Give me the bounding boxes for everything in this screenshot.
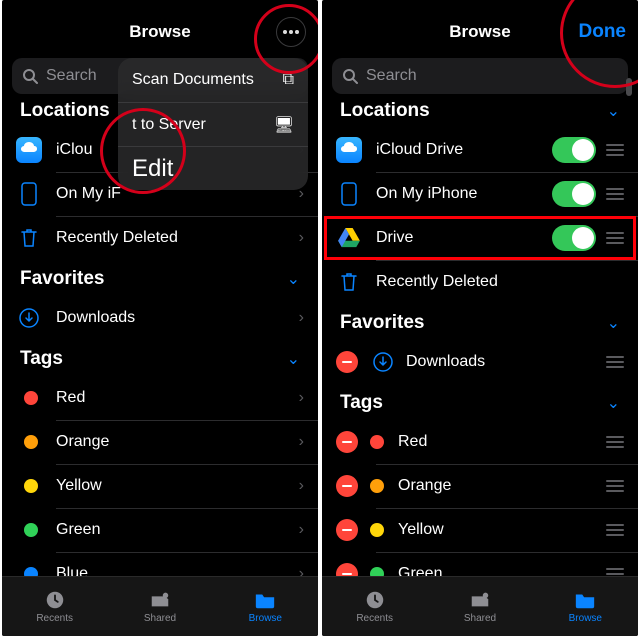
remove-icon[interactable] (336, 475, 358, 497)
more-menu: Scan Documents ⧉ t to Server 🖥 Edit (118, 58, 308, 190)
favorites-header[interactable]: Favorites ⌄ (322, 304, 638, 340)
tab-shared[interactable]: Shared (427, 577, 532, 636)
chevron-down-icon: ⌄ (607, 101, 620, 121)
trash-icon (336, 269, 362, 295)
folder-icon (572, 589, 598, 611)
chevron-down-icon: ⌄ (607, 393, 620, 413)
tag-green[interactable]: Green › (2, 508, 318, 552)
clock-icon (362, 589, 388, 611)
tag-dot-icon (24, 479, 38, 493)
tag-red[interactable]: Red › (2, 376, 318, 420)
chevron-down-icon: ⌄ (607, 313, 620, 333)
location-deleted[interactable]: Recently Deleted › (2, 216, 318, 260)
cloud-icon (16, 137, 42, 163)
drag-handle-icon[interactable] (606, 524, 624, 536)
drag-handle-icon[interactable] (606, 568, 624, 576)
tag-yellow[interactable]: Yellow (322, 508, 638, 552)
favorites-header[interactable]: Favorites ⌄ (2, 260, 318, 296)
search-icon (22, 68, 38, 84)
search-icon (342, 68, 358, 84)
search-input[interactable] (364, 66, 618, 86)
scan-icon: ⧉ (283, 71, 294, 89)
drag-handle-icon[interactable] (606, 232, 624, 244)
tag-dot-icon (24, 391, 38, 405)
header: Browse Done (322, 10, 638, 54)
tag-dot-icon (24, 523, 38, 537)
tab-recents[interactable]: Recents (322, 577, 427, 636)
tab-bar: Recents Shared Browse (2, 576, 318, 636)
locations-header[interactable]: Locations ⌄ (322, 92, 638, 128)
iphone-icon (336, 181, 362, 207)
remove-icon[interactable] (336, 431, 358, 453)
chevron-right-icon: › (299, 433, 304, 451)
chevron-down-icon: ⌄ (287, 269, 300, 289)
menu-edit[interactable]: Edit (118, 146, 308, 190)
chevron-right-icon: › (299, 477, 304, 495)
favorite-downloads[interactable]: Downloads › (2, 296, 318, 340)
more-button[interactable] (276, 17, 306, 47)
tab-bar: Recents Shared Browse (322, 576, 638, 636)
tags-header[interactable]: Tags ⌄ (322, 384, 638, 420)
tag-dot-icon (24, 435, 38, 449)
header: Browse (2, 10, 318, 54)
toggle-iphone[interactable] (552, 181, 596, 207)
folder-icon (252, 589, 278, 611)
shared-icon (147, 589, 173, 611)
tab-browse[interactable]: Browse (533, 577, 638, 636)
favorite-downloads[interactable]: Downloads (322, 340, 638, 384)
download-icon (16, 305, 42, 331)
tag-dot-icon (370, 523, 384, 537)
tag-dot-icon (370, 479, 384, 493)
tag-dot-icon (370, 567, 384, 576)
remove-icon[interactable] (336, 351, 358, 373)
tag-orange[interactable]: Orange (322, 464, 638, 508)
location-gdrive[interactable]: Drive (322, 216, 638, 260)
menu-scan[interactable]: Scan Documents ⧉ (118, 58, 308, 102)
chevron-right-icon: › (299, 565, 304, 576)
tab-recents[interactable]: Recents (2, 577, 107, 636)
download-icon (370, 349, 396, 375)
drag-handle-icon[interactable] (606, 436, 624, 448)
tag-dot-icon (24, 567, 38, 576)
done-button[interactable]: Done (579, 21, 627, 43)
tag-green[interactable]: Green (322, 552, 638, 576)
tag-blue[interactable]: Blue › (2, 552, 318, 576)
gdrive-icon (336, 225, 362, 251)
iphone-icon (16, 181, 42, 207)
drag-handle-icon[interactable] (606, 144, 624, 156)
search-field[interactable] (332, 58, 628, 94)
tag-dot-icon (370, 435, 384, 449)
browse-title: Browse (129, 22, 190, 42)
location-deleted[interactable]: Recently Deleted (322, 260, 638, 304)
tag-yellow[interactable]: Yellow › (2, 464, 318, 508)
phone-right: Browse Done Locations ⌄ iCloud Drive On … (322, 0, 638, 636)
trash-icon (16, 225, 42, 251)
remove-icon[interactable] (336, 563, 358, 576)
location-icloud[interactable]: iCloud Drive (322, 128, 638, 172)
server-icon: 🖥 (274, 115, 294, 135)
clock-icon (42, 589, 68, 611)
chevron-right-icon: › (299, 389, 304, 407)
chevron-down-icon: ⌄ (287, 349, 300, 369)
location-iphone[interactable]: On My iPhone (322, 172, 638, 216)
tag-orange[interactable]: Orange › (2, 420, 318, 464)
phone-left: Browse Locations ⌄ iClou › On My iF › (2, 0, 318, 636)
toggle-icloud[interactable] (552, 137, 596, 163)
toggle-gdrive[interactable] (552, 225, 596, 251)
drag-handle-icon[interactable] (606, 188, 624, 200)
menu-server[interactable]: t to Server 🖥 (118, 102, 308, 146)
shared-icon (467, 589, 493, 611)
tab-browse[interactable]: Browse (213, 577, 318, 636)
chevron-right-icon: › (299, 309, 304, 327)
drag-handle-icon[interactable] (606, 480, 624, 492)
cloud-icon (336, 137, 362, 163)
tag-red[interactable]: Red (322, 420, 638, 464)
tab-shared[interactable]: Shared (107, 577, 212, 636)
chevron-right-icon: › (299, 521, 304, 539)
drag-handle-icon[interactable] (606, 356, 624, 368)
browse-title: Browse (449, 22, 510, 42)
remove-icon[interactable] (336, 519, 358, 541)
chevron-right-icon: › (299, 229, 304, 247)
tags-header[interactable]: Tags ⌄ (2, 340, 318, 376)
